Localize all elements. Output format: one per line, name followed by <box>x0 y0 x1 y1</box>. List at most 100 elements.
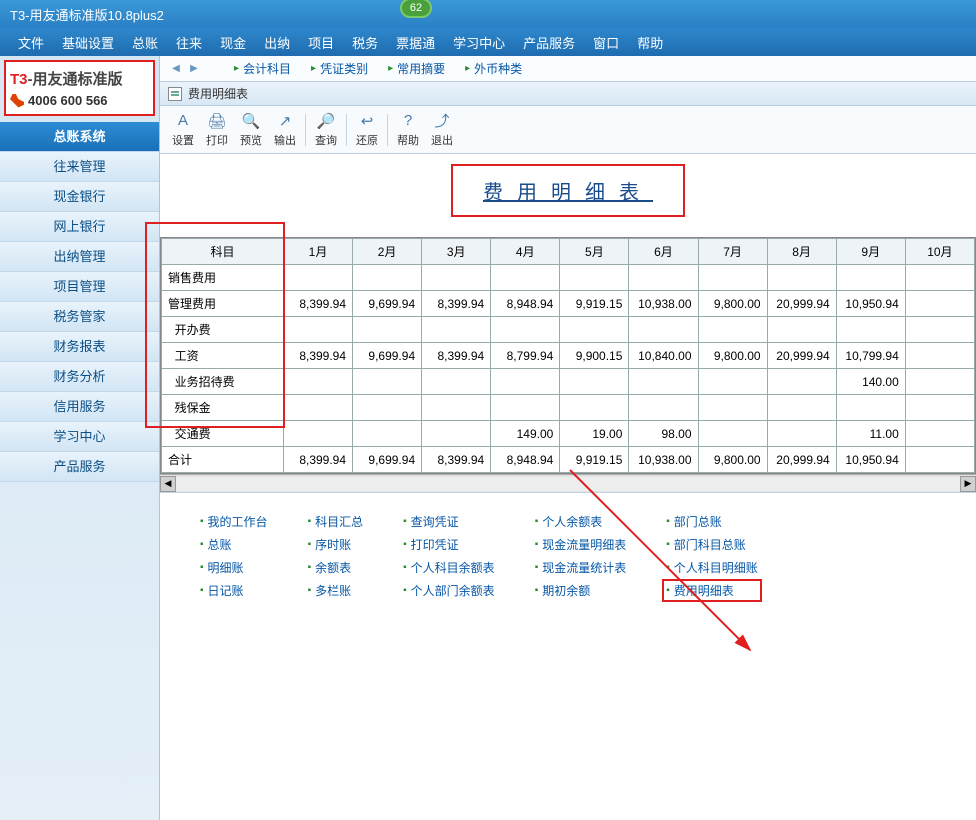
cell-value <box>698 369 767 395</box>
th-month: 8月 <box>767 239 836 265</box>
link-item[interactable]: 个人余额表 <box>535 513 627 530</box>
link-item[interactable]: 打印凭证 <box>403 536 495 553</box>
cell-subject: 合计 <box>162 447 284 473</box>
h-scrollbar[interactable]: ◀ ▶ <box>160 474 976 492</box>
link-item[interactable]: 部门科目总账 <box>666 536 758 553</box>
cell-value: 8,948.94 <box>491 291 560 317</box>
nav-item[interactable]: 总账系统 <box>0 122 159 152</box>
link-item[interactable]: 总账 <box>200 536 268 553</box>
link-item[interactable]: 科目汇总 <box>308 513 364 530</box>
tab-row: ◀ ▶ 会计科目 凭证类别 常用摘要 外币种类 <box>160 56 976 82</box>
data-table: 科目1月2月3月4月5月6月7月8月9月10月销售费用管理费用8,399.949… <box>161 238 975 473</box>
nav-item[interactable]: 税务管家 <box>0 302 159 332</box>
cell-value <box>767 369 836 395</box>
cell-value: 8,399.94 <box>422 291 491 317</box>
link-item[interactable]: 我的工作台 <box>200 513 268 530</box>
cell-subject: 交通费 <box>162 421 284 447</box>
menu-窗口[interactable]: 窗口 <box>585 29 627 56</box>
link-item[interactable]: 余额表 <box>308 559 364 576</box>
link-item[interactable]: 日记账 <box>200 582 268 599</box>
nav-item[interactable]: 财务报表 <box>0 332 159 362</box>
tab-nav-left-icon[interactable]: ◀ <box>168 61 184 77</box>
cell-value: 8,399.94 <box>283 343 352 369</box>
link-item[interactable]: 序时账 <box>308 536 364 553</box>
menu-票据通[interactable]: 票据通 <box>388 29 443 56</box>
cell-value <box>629 395 698 421</box>
tab-nav-right-icon[interactable]: ▶ <box>186 61 202 77</box>
link-item[interactable]: 多栏账 <box>308 582 364 599</box>
menu-出纳[interactable]: 出纳 <box>256 29 298 56</box>
nav-item[interactable]: 学习中心 <box>0 422 159 452</box>
menu-项目[interactable]: 项目 <box>300 29 342 56</box>
nav-item[interactable]: 现金银行 <box>0 182 159 212</box>
cell-value <box>698 421 767 447</box>
tab-item[interactable]: 会计科目 <box>234 60 291 77</box>
link-item[interactable]: 明细账 <box>200 559 268 576</box>
scroll-right-icon[interactable]: ▶ <box>960 476 976 492</box>
nav-item[interactable]: 项目管理 <box>0 272 159 302</box>
cell-value: 9,800.00 <box>698 343 767 369</box>
tool-退出[interactable]: ⤴退出 <box>425 108 459 152</box>
tool-帮助[interactable]: ?帮助 <box>391 108 425 152</box>
table-row: 合计8,399.949,699.948,399.948,948.949,919.… <box>162 447 975 473</box>
menu-往来[interactable]: 往来 <box>168 29 210 56</box>
cell-subject: 残保金 <box>162 395 284 421</box>
link-item[interactable]: 个人科目余额表 <box>403 559 495 576</box>
scroll-left-icon[interactable]: ◀ <box>160 476 176 492</box>
th-subject: 科目 <box>162 239 284 265</box>
cell-value: 149.00 <box>491 421 560 447</box>
link-item[interactable]: 费用明细表 <box>662 579 762 602</box>
link-item[interactable]: 现金流量统计表 <box>535 559 627 576</box>
tab-nav-icons: ◀ ▶ <box>168 61 202 77</box>
nav-item[interactable]: 出纳管理 <box>0 242 159 272</box>
tool-查询[interactable]: 🔎查询 <box>309 108 343 152</box>
link-item[interactable]: 个人科目明细账 <box>666 559 758 576</box>
tab-item[interactable]: 凭证类别 <box>311 60 368 77</box>
th-month: 9月 <box>836 239 905 265</box>
menu-税务[interactable]: 税务 <box>344 29 386 56</box>
cell-value: 10,799.94 <box>836 343 905 369</box>
tab-item[interactable]: 外币种类 <box>465 60 522 77</box>
tool-输出[interactable]: ↗输出 <box>268 108 302 152</box>
link-item[interactable]: 期初余额 <box>535 582 627 599</box>
menu-总账[interactable]: 总账 <box>124 29 166 56</box>
menu-产品服务[interactable]: 产品服务 <box>515 29 583 56</box>
link-item[interactable]: 个人部门余额表 <box>403 582 495 599</box>
link-item[interactable]: 现金流量明细表 <box>535 536 627 553</box>
th-month: 1月 <box>283 239 352 265</box>
th-month: 6月 <box>629 239 698 265</box>
menu-基础设置[interactable]: 基础设置 <box>54 29 122 56</box>
tab-item[interactable]: 常用摘要 <box>388 60 445 77</box>
tool-预览[interactable]: 🔍预览 <box>234 108 268 152</box>
cell-value <box>767 395 836 421</box>
link-item[interactable]: 查询凭证 <box>403 513 495 530</box>
table-row: 交通费149.0019.0098.0011.00 <box>162 421 975 447</box>
tool-设置[interactable]: A设置 <box>166 108 200 152</box>
cell-value: 10,938.00 <box>629 291 698 317</box>
table-row: 业务招待费140.00 <box>162 369 975 395</box>
cell-value: 9,919.15 <box>560 291 629 317</box>
content-area: ◀ ▶ 会计科目 凭证类别 常用摘要 外币种类 费用明细表 A设置🖨打印🔍预览↗输出🔎… <box>160 56 976 820</box>
nav-item[interactable]: 产品服务 <box>0 452 159 482</box>
nav-item[interactable]: 网上银行 <box>0 212 159 242</box>
cell-value <box>698 265 767 291</box>
cell-value: 9,919.15 <box>560 447 629 473</box>
menu-学习中心[interactable]: 学习中心 <box>445 29 513 56</box>
cell-subject: 业务招待费 <box>162 369 284 395</box>
tool-还原[interactable]: ↩还原 <box>350 108 384 152</box>
tool-打印[interactable]: 🖨打印 <box>200 108 234 152</box>
link-item[interactable]: 部门总账 <box>666 513 758 530</box>
nav-item[interactable]: 往来管理 <box>0 152 159 182</box>
nav-item[interactable]: 信用服务 <box>0 392 159 422</box>
帮助-icon: ? <box>399 112 417 130</box>
nav-item[interactable]: 财务分析 <box>0 362 159 392</box>
cell-value <box>905 395 974 421</box>
cell-value: 9,800.00 <box>698 291 767 317</box>
设置-icon: A <box>174 112 192 130</box>
nav-list: 总账系统往来管理现金银行网上银行出纳管理项目管理税务管家财务报表财务分析信用服务… <box>0 122 159 482</box>
cell-value <box>560 265 629 291</box>
menu-文件[interactable]: 文件 <box>10 29 52 56</box>
menu-帮助[interactable]: 帮助 <box>629 29 671 56</box>
cell-value <box>422 421 491 447</box>
menu-现金[interactable]: 现金 <box>212 29 254 56</box>
